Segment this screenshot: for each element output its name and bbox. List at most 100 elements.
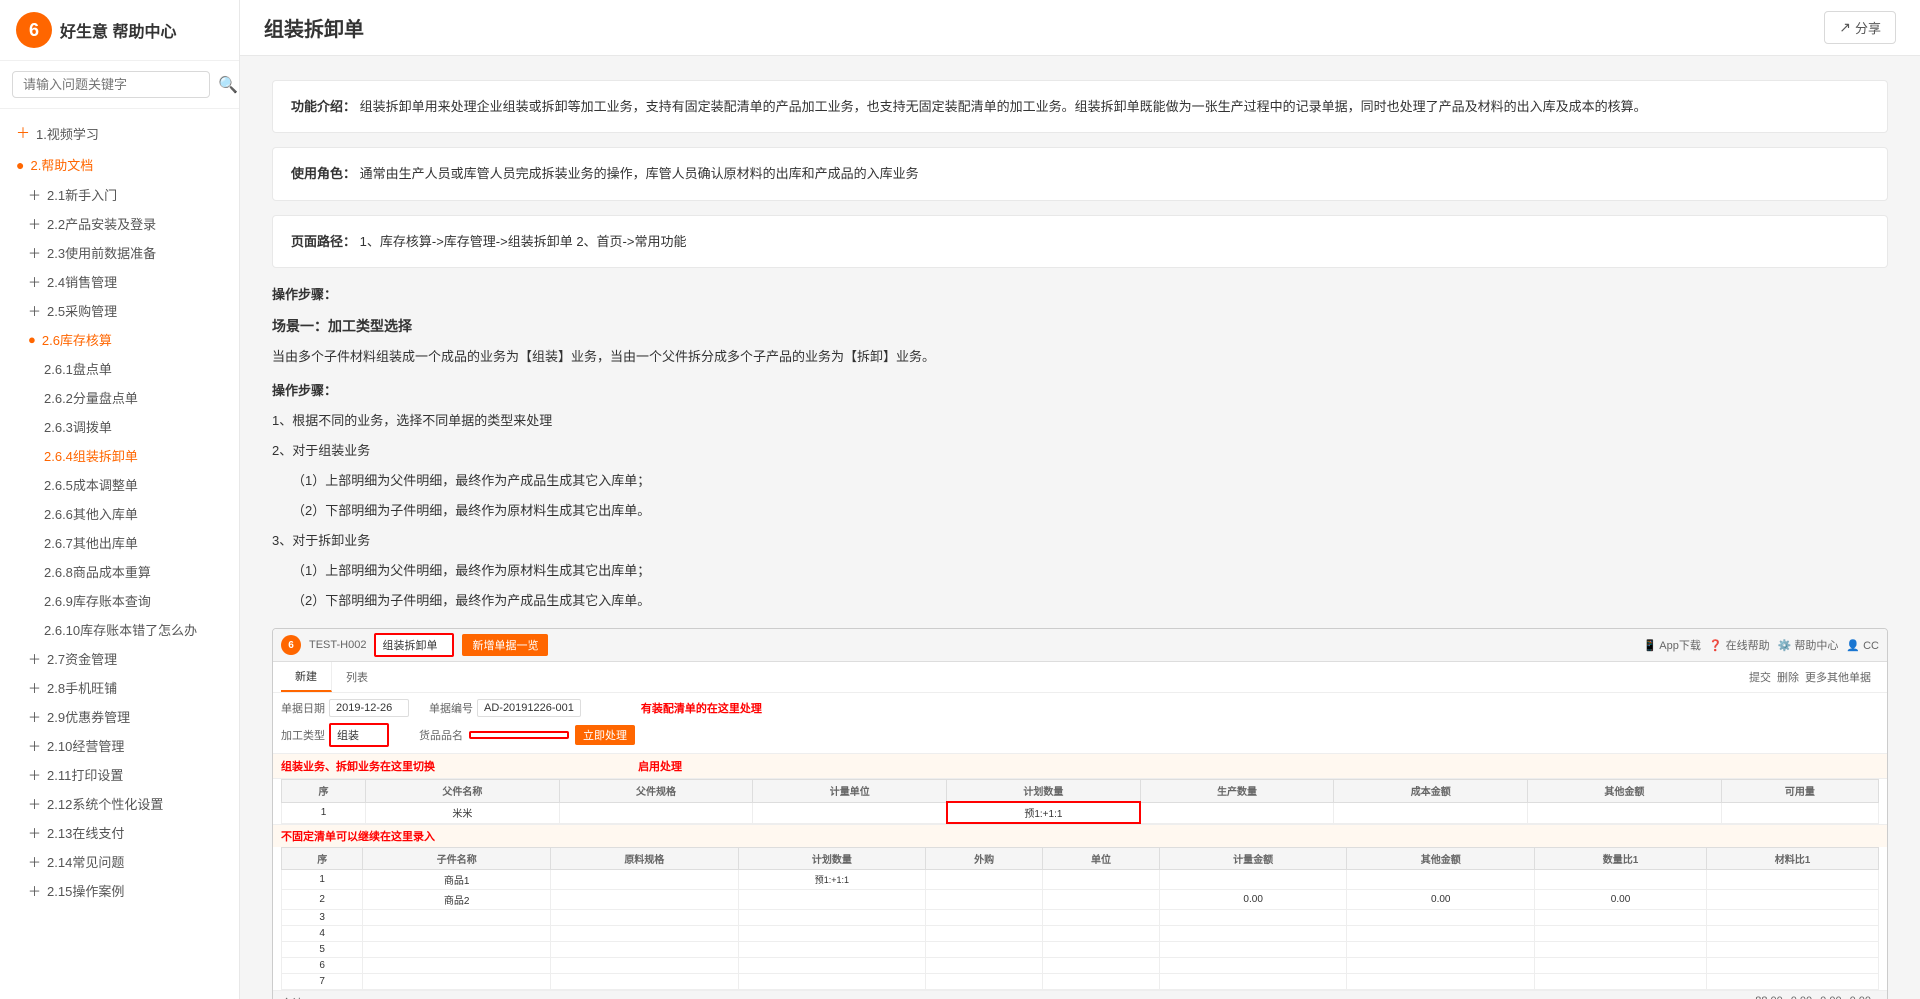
mock-type-select: 加工类型 组装 [281,723,389,747]
search-button[interactable]: 🔍 [214,73,240,97]
scene1-desc: 当由多个子件材料组装成一个成品的业务为【组装】业务，当由一个父件拆分成多个子产品… [272,349,935,364]
mock-action-buttons: 提交 删除 更多其他单据 [1741,665,1879,689]
sidebar-leaf-ledger-error[interactable]: 2.6.10库存账本错了怎么办 [0,615,239,644]
ops-steps-title: 操作步骤： [272,287,337,302]
step1: 1、根据不同的业务，选择不同单据的类型来处理 [272,408,1888,434]
sidebar-leaf-other-out[interactable]: 2.6.7其他出库单 [0,528,239,557]
sidebar-item-help-docs[interactable]: ● 2.帮助文档 [0,149,239,180]
mock-lower-row-3: 3 [282,910,1879,926]
sidebar-item-purchase[interactable]: ＋ 2.5采购管理 [0,296,239,325]
step2: 2、对于组装业务 [272,438,1888,464]
feature-intro-label: 功能介绍： [291,99,356,114]
plus-icon-s: ＋ [28,214,41,233]
plus-icon-s: ＋ [28,301,41,320]
plus-icon-s: ＋ [28,794,41,813]
sidebar-item-customize[interactable]: ＋ 2.12系统个性化设置 [0,789,239,818]
sidebar-item-video-learning[interactable]: ＋ 1.视频学习 [0,117,239,149]
plus-icon-s: ＋ [28,272,41,291]
sidebar-leaf-cost-recalc[interactable]: 2.6.8商品成本重算 [0,557,239,586]
logo-area: 6 好生意 帮助中心 [0,0,239,61]
mock-dropdown[interactable]: 组装拆卸单 [374,633,454,657]
user-role-box: 使用角色： 通常由生产人员或库管人员完成拆装业务的操作，库管人员确认原材料的出库… [272,147,1888,200]
step3-2: （2）下部明细为子件明细，最终作为产成品生成其它入库单。 [272,588,1888,614]
plus-icon-s: ＋ [28,823,41,842]
step2-1: （1）上部明细为父件明细，最终作为产成品生成其它入库单； [272,468,1888,494]
sidebar-leaf-other-in[interactable]: 2.6.6其他入库单 [0,499,239,528]
mock-type-field: 有装配清单的在这里处理 [641,700,762,716]
mock-th-parent-spec: 父件规格 [559,780,753,803]
sidebar-item-operation[interactable]: ＋ 2.10经营管理 [0,731,239,760]
step3: 3、对于拆卸业务 [272,528,1888,554]
mock-th-other-amount: 其他金额 [1528,780,1722,803]
mock-type-annotation: 组装业务、拆卸业务在这里切换 启用处理 [273,754,1887,779]
mock-app-window: 6 TEST-H002 组装拆卸单 新增单据一览 📱 App下载 ❓ 在线帮助 … [273,629,1887,999]
sidebar-item-finance[interactable]: ＋ 2.7资金管理 [0,644,239,673]
mock-search-field: 货品品名 立即处理 [419,725,635,745]
feature-intro-text: 组装拆卸单用来处理企业组装或拆卸等加工业务，支持有固定装配清单的产品加工业务，也… [360,99,1647,114]
nav-section-docs: ● 2.帮助文档 ＋ 2.1新手入门 ＋ 2.2产品安装及登录 ＋ 2.3使用前… [0,149,239,905]
user-icon: 👤 CC [1846,639,1879,652]
page-title: 组装拆卸单 [264,13,364,42]
sidebar: 6 好生意 帮助中心 🔍 ＋ 1.视频学习 ● 2.帮助文档 ＋ 2.1新手入门 [0,0,240,999]
sidebar-leaf-partial-stocktake[interactable]: 2.6.2分量盘点单 [0,383,239,412]
screenshot-mockup: 6 TEST-H002 组装拆卸单 新增单据一览 📱 App下载 ❓ 在线帮助 … [272,628,1888,999]
page-path-label: 页面路径： [291,234,356,249]
mock-ann-nofixed: 不固定清单可以继续在这里录入 [273,824,1887,847]
mock-tab-list[interactable]: 列表 [332,663,382,691]
sidebar-item-coupon[interactable]: ＋ 2.9优惠券管理 [0,702,239,731]
sidebar-item-install[interactable]: ＋ 2.2产品安装及登录 [0,209,239,238]
mock-no-field: 单据编号 AD-20191226-001 [429,699,581,717]
plus-icon-s: ＋ [28,707,41,726]
sidebar-leaf-transfer[interactable]: 2.6.3调拨单 [0,412,239,441]
mock-lower-row-4: 4 [282,926,1879,942]
mock-tab-active[interactable]: 新建 [281,662,332,692]
sidebar-item-new-user[interactable]: ＋ 2.1新手入门 [0,180,239,209]
ann-assembly-switch: 组装业务、拆卸业务在这里切换 [281,761,435,773]
plus-icon-s: ＋ [28,243,41,262]
sidebar-item-faq[interactable]: ＋ 2.14常见问题 [0,847,239,876]
main-content-area: 组装拆卸单 ↗ 分享 功能介绍： 组装拆卸单用来处理企业组装或拆卸等加工业务，支… [240,0,1920,999]
mock-app-id: TEST-H002 [309,639,366,651]
app-logo-icon: 6 [16,12,52,48]
page-path-box: 页面路径： 1、库存核算->库存管理->组装拆卸单 2、首页->常用功能 [272,215,1888,268]
step3-1: （1）上部明细为父件明细，最终作为原材料生成其它出库单； [272,558,1888,584]
mock-search-btn[interactable]: 立即处理 [575,725,635,745]
mock-logo: 6 [281,635,301,655]
share-button[interactable]: ↗ 分享 [1824,11,1896,44]
search-input[interactable] [12,71,210,98]
apps-icon: 📱 App下载 [1643,637,1701,653]
plus-icon: ＋ [16,123,30,143]
mock-upper-table: 序 父件名称 父件规格 计量单位 计划数量 生产数量 成本金额 其他金额 可用量 [281,779,1879,824]
sidebar-leaf-stocktake[interactable]: 2.6.1盘点单 [0,354,239,383]
user-role-text: 通常由生产人员或库管人员完成拆装业务的操作，库管人员确认原材料的出库和产成品的入… [360,166,919,181]
mock-th-unit: 计量单位 [753,780,947,803]
sidebar-item-mobile[interactable]: ＋ 2.8手机旺铺 [0,673,239,702]
mock-th-available: 可用量 [1721,780,1878,803]
sidebar-leaf-assembly[interactable]: 2.6.4组装拆卸单 [0,441,239,470]
help-icon: ❓ 在线帮助 [1709,637,1770,653]
settings-icon: ⚙️ 帮助中心 [1778,637,1839,653]
mock-lower-row-5: 5 [282,942,1879,958]
sidebar-item-sales[interactable]: ＋ 2.4销售管理 [0,267,239,296]
mock-lower-row-7: 7 [282,974,1879,990]
page-path-text: 1、库存核算->库存管理->组装拆卸单 2、首页->常用功能 [360,234,687,249]
mock-lower-row-6: 6 [282,958,1879,974]
mock-appbar: 6 TEST-H002 组装拆卸单 新增单据一览 📱 App下载 ❓ 在线帮助 … [273,629,1887,662]
top-bar: 组装拆卸单 ↗ 分享 [240,0,1920,56]
scene1-title: 场景一：加工类型选择 [272,318,412,334]
sidebar-item-data-prep[interactable]: ＋ 2.3使用前数据准备 [0,238,239,267]
sidebar-item-print[interactable]: ＋ 2.11打印设置 [0,760,239,789]
sidebar-leaf-cost-adjust[interactable]: 2.6.5成本调整单 [0,470,239,499]
ann-enable: 启用处理 [638,761,682,773]
sidebar-item-payment[interactable]: ＋ 2.13在线支付 [0,818,239,847]
plus-icon-s: ＋ [28,736,41,755]
mock-lower-table: 序 子件名称 原料规格 计划数量 外购 单位 计量金额 其他金额 数量比1 材料… [281,847,1879,990]
sidebar-item-inventory[interactable]: ● 2.6库存核算 [0,325,239,354]
mock-new-btn[interactable]: 新增单据一览 [462,634,548,656]
sidebar-item-cases[interactable]: ＋ 2.15操作案例 [0,876,239,905]
content-area: 功能介绍： 组装拆卸单用来处理企业组装或拆卸等加工业务，支持有固定装配清单的产品… [240,56,1920,999]
mock-upper-row-1: 1 米米 预1:+1:1 [282,802,1879,823]
plus-icon-s: ＋ [28,881,41,900]
sidebar-leaf-ledger-query[interactable]: 2.6.9库存账本查询 [0,586,239,615]
mock-form-area: 单据日期 2019-12-26 单据编号 AD-20191226-001 有装配… [273,693,1887,754]
